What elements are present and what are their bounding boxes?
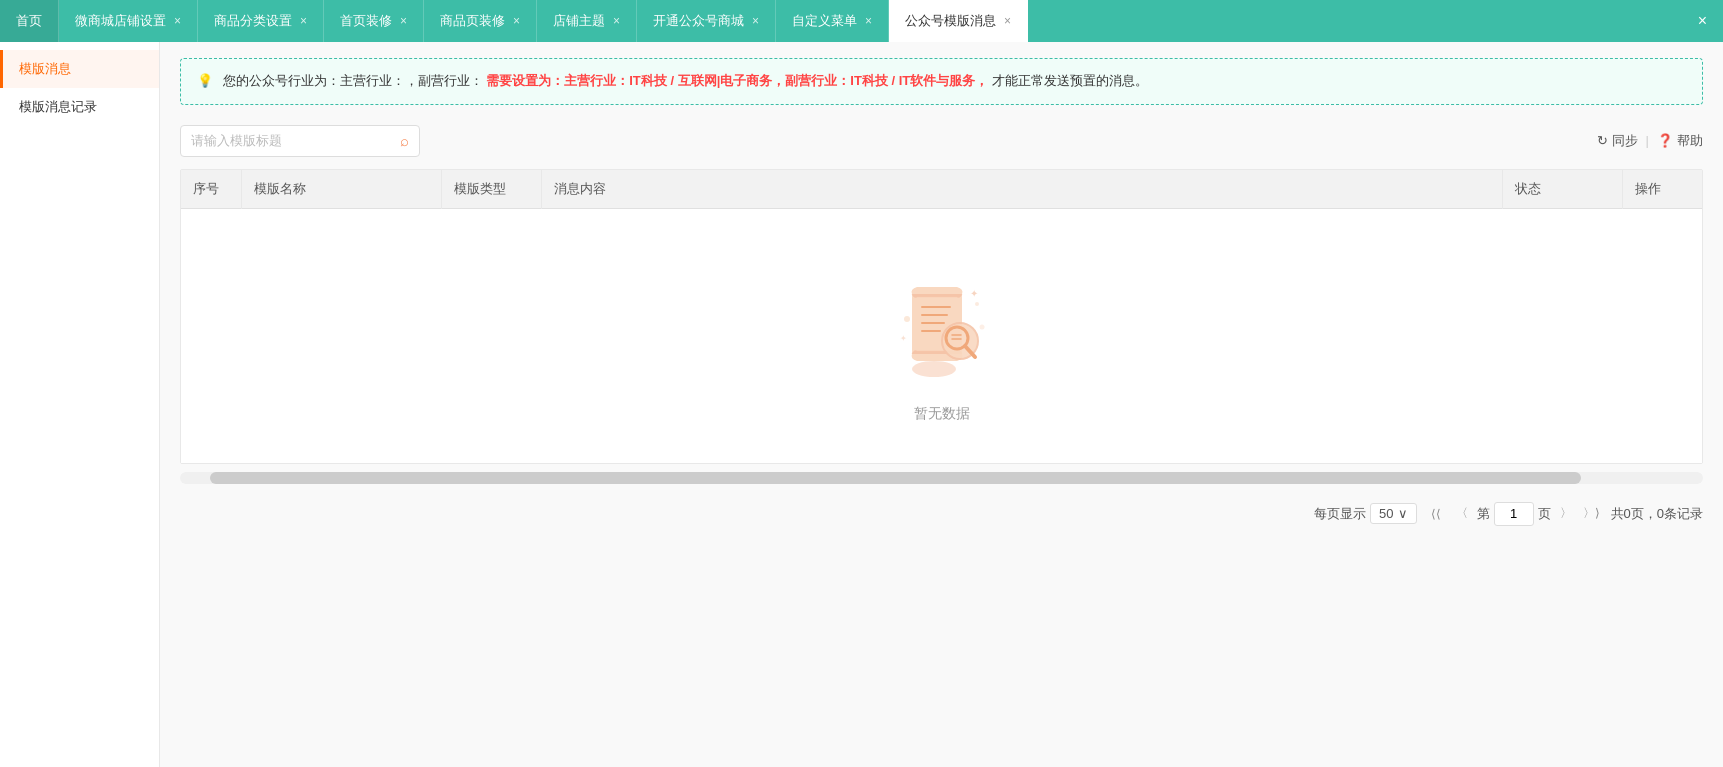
tab-shop-theme-close[interactable]: ×	[613, 15, 620, 27]
notice-banner: 💡 您的公众号行业为：主营行业：，副营行业： 需要设置为：主营行业：IT科技 /…	[180, 58, 1703, 105]
col-name: 模版名称	[241, 170, 441, 209]
col-seq: 序号	[181, 170, 241, 209]
sidebar: 模版消息 模版消息记录	[0, 42, 160, 767]
tab-open-mall-close[interactable]: ×	[752, 15, 759, 27]
tab-home-label: 首页	[16, 12, 42, 30]
tab-category-settings-label: 商品分类设置	[214, 12, 292, 30]
tab-category-close[interactable]: ×	[300, 15, 307, 27]
tab-shop-settings-close[interactable]: ×	[174, 15, 181, 27]
prev-page-button[interactable]: 〈	[1451, 503, 1473, 525]
per-page-value: 50	[1379, 506, 1393, 521]
tab-shop-theme-label: 店铺主题	[553, 12, 605, 30]
sidebar-item-template-msg-record[interactable]: 模版消息记录	[0, 88, 159, 126]
per-page-dropdown-icon: ∨	[1398, 506, 1408, 521]
per-page-select: 每页显示 50 ∨	[1314, 503, 1416, 524]
content-area: 💡 您的公众号行业为：主营行业：，副营行业： 需要设置为：主营行业：IT科技 /…	[160, 42, 1723, 767]
per-page-label: 每页显示	[1314, 505, 1366, 523]
first-page-button[interactable]: ⟨⟨	[1425, 503, 1447, 525]
notice-suffix: 才能正常发送预置的消息。	[992, 73, 1148, 88]
tab-custom-menu[interactable]: 自定义菜单 ×	[776, 0, 889, 42]
pagination: 每页显示 50 ∨ ⟨⟨ 〈 第 页 〉 〉⟩ 共0页，0条记录	[180, 494, 1703, 534]
tab-shop-settings[interactable]: 微商城店铺设置 ×	[59, 0, 198, 42]
empty-text: 暂无数据	[914, 405, 970, 423]
svg-point-10	[904, 316, 910, 322]
search-input[interactable]	[191, 133, 396, 148]
sidebar-item-template-msg[interactable]: 模版消息	[0, 50, 159, 88]
page-unit: 页	[1538, 505, 1551, 523]
tab-product-decor-close[interactable]: ×	[513, 15, 520, 27]
svg-point-11	[975, 302, 979, 306]
main-layout: 模版消息 模版消息记录 💡 您的公众号行业为：主营行业：，副营行业： 需要设置为…	[0, 42, 1723, 767]
col-type: 模版类型	[441, 170, 541, 209]
tab-template-msg[interactable]: 公众号模版消息 ×	[889, 0, 1028, 42]
page-navigation: ⟨⟨ 〈 第 页 〉 〉⟩	[1425, 502, 1603, 526]
empty-illustration: ✦ ✦	[882, 269, 1002, 389]
scrollbar-thumb	[210, 472, 1581, 484]
tab-home-decor[interactable]: 首页装修 ×	[324, 0, 424, 42]
search-input-wrap[interactable]: ⌕	[180, 125, 420, 157]
tab-home-decor-close[interactable]: ×	[400, 15, 407, 27]
svg-text:✦: ✦	[970, 288, 978, 299]
sidebar-item-template-msg-label: 模版消息	[19, 61, 71, 76]
tab-template-msg-label: 公众号模版消息	[905, 12, 996, 30]
page-label: 第	[1477, 505, 1490, 523]
sync-label: 同步	[1612, 132, 1638, 150]
svg-text:✦: ✦	[900, 334, 907, 343]
sidebar-item-template-msg-record-label: 模版消息记录	[19, 99, 97, 114]
search-icon[interactable]: ⌕	[400, 132, 409, 149]
page-input[interactable]	[1494, 502, 1534, 526]
tab-bar: 首页 微商城店铺设置 × 商品分类设置 × 首页装修 × 商品页装修 × 店铺主…	[0, 0, 1723, 42]
tab-category-settings[interactable]: 商品分类设置 ×	[198, 0, 324, 42]
col-action: 操作	[1622, 170, 1702, 209]
tab-bar-close-all[interactable]: ×	[1682, 0, 1723, 42]
toolbar-divider: |	[1646, 133, 1649, 148]
notice-highlight: 需要设置为：主营行业：IT科技 / 互联网|电子商务，副营行业：IT科技 / I…	[486, 73, 988, 88]
next-page-button[interactable]: 〉	[1555, 503, 1577, 525]
help-button[interactable]: ❓ 帮助	[1657, 132, 1703, 150]
table-header-row: 序号 模版名称 模版类型 消息内容 状态	[181, 170, 1702, 209]
tab-home[interactable]: 首页	[0, 0, 59, 42]
tab-custom-menu-label: 自定义菜单	[792, 12, 857, 30]
sync-icon: ↻	[1597, 133, 1608, 148]
sync-button[interactable]: ↻ 同步	[1597, 132, 1638, 150]
table-wrapper: 序号 模版名称 模版类型 消息内容 状态	[180, 169, 1703, 464]
horizontal-scrollbar[interactable]	[180, 472, 1703, 484]
total-text: 共0页，0条记录	[1611, 505, 1703, 523]
toolbar-right: ↻ 同步 | ❓ 帮助	[1597, 132, 1703, 150]
notice-prefix: 您的公众号行业为：主营行业：，副营行业：	[223, 73, 483, 88]
data-table: 序号 模版名称 模版类型 消息内容 状态	[181, 170, 1702, 463]
search-row: ⌕ ↻ 同步 | ❓ 帮助	[180, 125, 1703, 157]
tab-home-decor-label: 首页装修	[340, 12, 392, 30]
help-icon: ❓	[1657, 133, 1673, 148]
tab-open-mall[interactable]: 开通公众号商城 ×	[637, 0, 776, 42]
tab-product-decor[interactable]: 商品页装修 ×	[424, 0, 537, 42]
notice-icon: 💡	[197, 73, 213, 88]
help-label: 帮助	[1677, 132, 1703, 150]
per-page-dropdown[interactable]: 50 ∨	[1370, 503, 1416, 524]
tab-shop-theme[interactable]: 店铺主题 ×	[537, 0, 637, 42]
svg-point-0	[912, 361, 956, 377]
tab-product-decor-label: 商品页装修	[440, 12, 505, 30]
tab-custom-menu-close[interactable]: ×	[865, 15, 872, 27]
last-page-button[interactable]: 〉⟩	[1581, 503, 1603, 525]
empty-state: ✦ ✦ 暂无数据	[181, 209, 1702, 463]
col-status: 状态	[1502, 170, 1622, 209]
svg-point-12	[979, 324, 984, 329]
tab-shop-settings-label: 微商城店铺设置	[75, 12, 166, 30]
tab-template-msg-close[interactable]: ×	[1004, 15, 1011, 27]
col-content: 消息内容	[541, 170, 1502, 209]
tab-open-mall-label: 开通公众号商城	[653, 12, 744, 30]
